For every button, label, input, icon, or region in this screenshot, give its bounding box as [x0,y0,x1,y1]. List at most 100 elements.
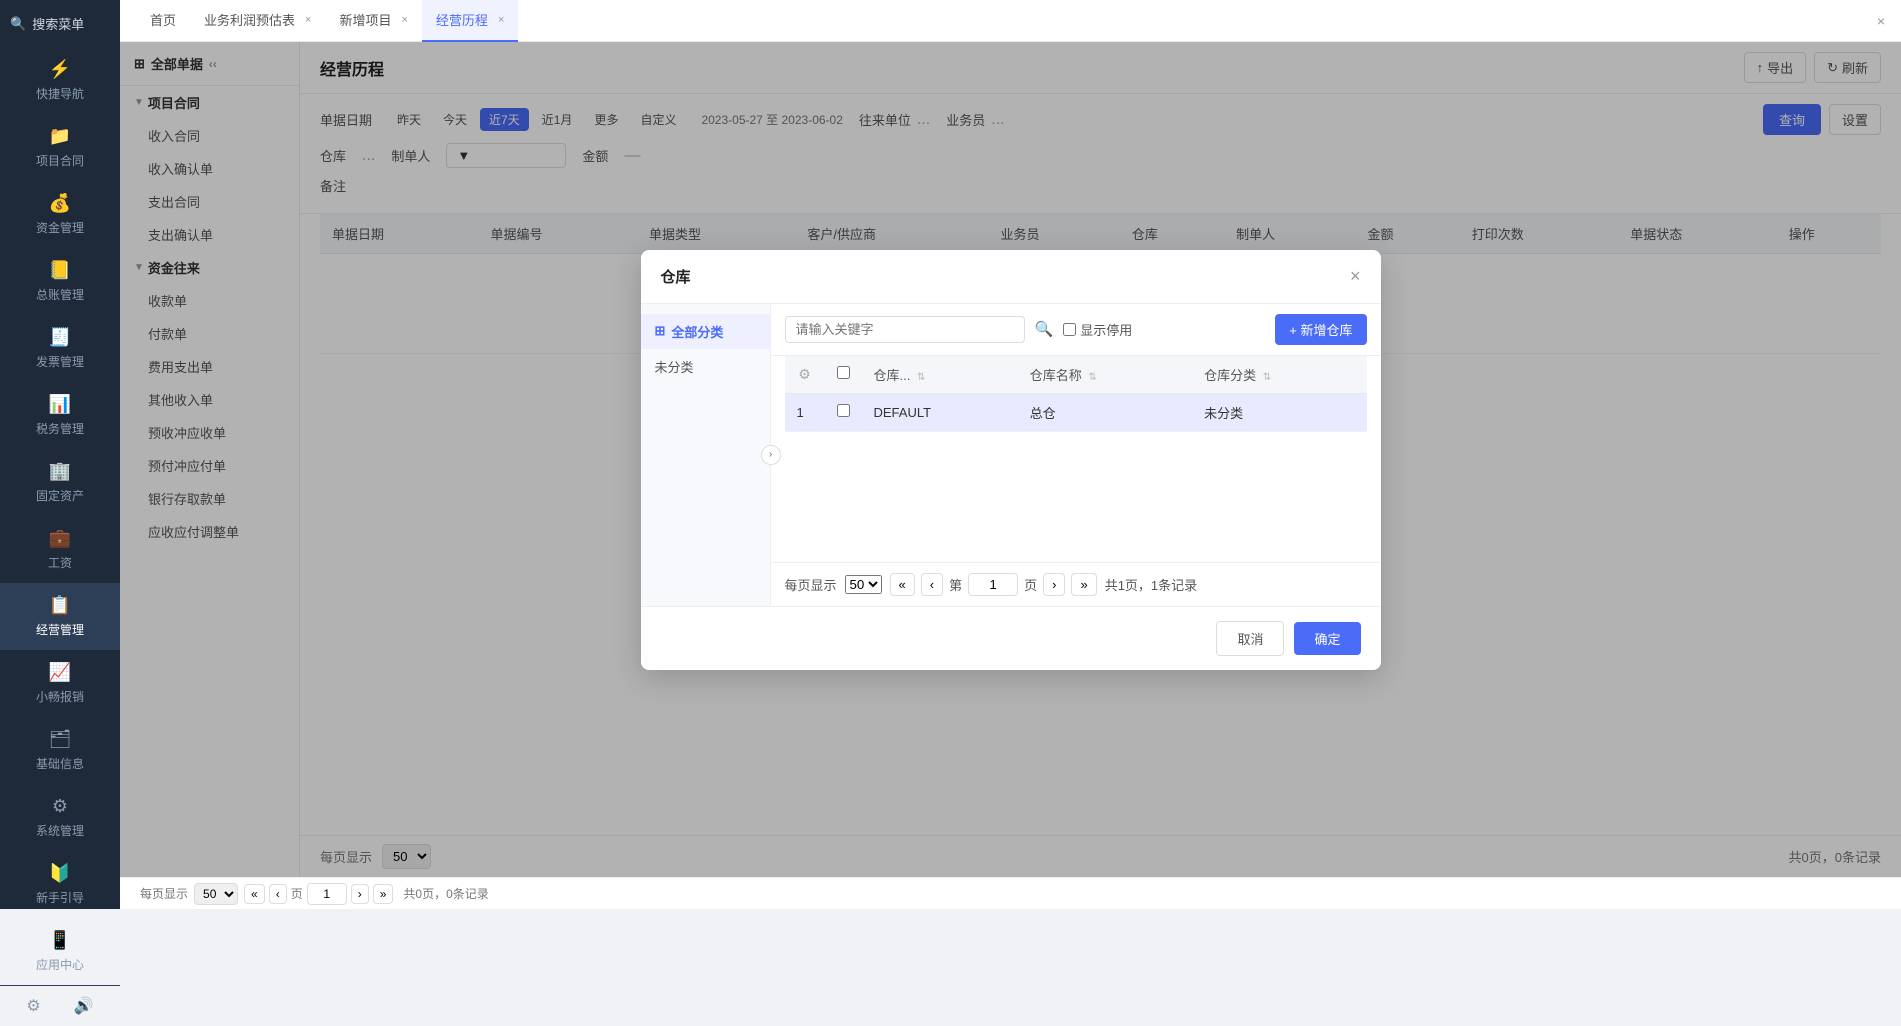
status-prev-btn[interactable]: ‹ [269,884,287,904]
modal-last-page-btn[interactable]: » [1071,573,1096,596]
sidebar-label-ops-mgmt: 经营管理 [36,621,84,638]
sort-code-icon[interactable]: ⇅ [917,372,925,383]
row-num: 1 [785,393,825,431]
sort-name-icon[interactable]: ⇅ [1088,372,1096,383]
warehouse-modal: 仓库 × ⊞ 全部分类 未分类 [641,250,1381,670]
sidebar-icon-fixed-assets: 🏢 [49,461,71,482]
sidebar-icon-general-ledger: 📒 [49,260,71,281]
modal-overlay: 仓库 × ⊞ 全部分类 未分类 [120,42,1901,877]
sidebar-item-sales[interactable]: 📈小畅报销 [0,650,120,717]
row-category: 未分类 [1192,393,1366,431]
modal-close-button[interactable]: × [1350,266,1361,287]
show-disabled-checkbox[interactable] [1063,323,1076,336]
tab-home[interactable]: 首页 [136,0,190,42]
modal-search-button[interactable]: 🔍 [1035,320,1054,338]
sidebar-search[interactable]: 🔍 搜索菜单 [0,0,120,47]
modal-per-page-label: 每页显示 [785,575,837,594]
sidebar-icon-new-guide: 🔰 [49,863,71,884]
modal-cancel-button[interactable]: 取消 [1216,621,1284,656]
modal-toolbar: 🔍 显示停用 + 新增仓库 [771,304,1381,356]
tab-close-profit-estimate[interactable]: × [305,14,311,26]
sidebar-item-sys-mgmt[interactable]: ⚙系统管理 [0,784,120,851]
modal-collapse-btn[interactable]: › [761,445,781,465]
tab-ops-history[interactable]: 经营历程× [422,0,518,42]
show-disabled-checkbox-label[interactable]: 显示停用 [1063,320,1132,339]
sidebar-item-fixed-assets[interactable]: 🏢固定资产 [0,449,120,516]
tab-profit-estimate[interactable]: 业务利润预估表× [190,0,325,42]
audio-icon[interactable]: 🔊 [74,996,94,1016]
status-last-btn[interactable]: » [373,884,394,904]
sidebar-item-quick-nav[interactable]: ⚡ 快捷导航 [0,47,120,114]
modal-per-page-select[interactable]: 50 [845,575,882,594]
status-next-btn[interactable]: › [351,884,369,904]
sidebar-item-payroll[interactable]: 💼 工资 [0,516,120,583]
modal-page-label: 第 [949,575,962,594]
sidebar-label-sys-mgmt: 系统管理 [36,822,84,839]
modal-sidebar: ⊞ 全部分类 未分类 [641,304,771,606]
content-area: ⊞ 全部单据 ‹‹ ▼项目合同收入合同收入确认单支出合同支出确认单▼资金往来收款… [120,42,1901,877]
modal-sidebar-scroll: 未分类 [641,349,770,384]
row-checkbox[interactable] [837,404,850,417]
tab-close-all-icon[interactable]: × [1877,13,1885,29]
sidebar-label-payroll: 工资 [48,554,72,571]
select-all-checkbox[interactable] [837,366,850,379]
modal-table-row[interactable]: 1 DEFAULT 总仓 未分类 [785,393,1367,431]
modal-sidebar-all[interactable]: ⊞ 全部分类 [641,314,770,349]
sidebar-icon-app-center: 📱 [49,930,71,951]
sidebar-icon-fund-mgmt: 💰 [49,193,71,214]
sidebar-icon-tax-mgmt: 📊 [49,394,71,415]
sidebar-item-app-center[interactable]: 📱应用中心 [0,918,120,985]
modal-sidebar-all-label: 全部分类 [671,322,723,341]
sidebar-icon-quick-nav: ⚡ [49,59,71,80]
modal-footer: 取消 确定 [641,606,1381,670]
modal-table: ⚙ 仓库... ⇅ 仓库名称 ⇅ [785,356,1367,432]
sidebar-search-label: 搜索菜单 [32,14,84,33]
modal-page-input[interactable] [968,573,1018,596]
sidebar-label-fund-mgmt: 资金管理 [36,219,84,236]
sidebar-item-project-contract[interactable]: 📁项目合同 [0,114,120,181]
main-area: 首页业务利润预估表×新增项目×经营历程× × ⊞ 全部单据 ‹‹ ▼项目合同收入… [120,0,1901,909]
sidebar-item-tax-mgmt[interactable]: 📊税务管理 [0,382,120,449]
sidebar-label-general-ledger: 总账管理 [36,286,84,303]
status-per-page-select[interactable]: 50 [194,883,238,905]
status-pagination: « ‹ 页 › » [244,883,393,905]
sidebar-icon-invoice-mgmt: 🧾 [49,327,71,348]
status-total: 共0页，0条记录 [403,885,488,902]
add-warehouse-button[interactable]: + 新增仓库 [1275,314,1366,345]
status-first-btn[interactable]: « [244,884,265,904]
modal-body: ⊞ 全部分类 未分类 › [641,304,1381,606]
modal-first-page-btn[interactable]: « [890,573,915,596]
tab-close-ops-history[interactable]: × [498,14,504,26]
grid-icon-modal: ⊞ [655,323,666,339]
sidebar-icon-base-info: 🗂 [49,729,72,750]
sidebar-label-quick-nav: 快捷导航 [36,85,84,102]
row-code: DEFAULT [862,393,1018,431]
modal-page-total: 共1页，1条记录 [1105,575,1197,594]
sidebar: 🔍 搜索菜单 ⚡ 快捷导航 📁项目合同 💰 资金管理 📒 总账管理 🧾发票管理📊税务管理🏢固定… [0,0,120,909]
status-page-input[interactable] [307,883,347,905]
gear-col-icon[interactable]: ⚙ [798,366,811,382]
sidebar-item-invoice-mgmt[interactable]: 🧾发票管理 [0,315,120,382]
sidebar-item-fund-mgmt[interactable]: 💰 资金管理 [0,181,120,248]
tab-close-new-project[interactable]: × [401,14,407,26]
sidebar-icon-ops-mgmt: 📋 [49,595,71,616]
tab-new-project[interactable]: 新增项目× [325,0,421,42]
modal-prev-page-btn[interactable]: ‹ [921,573,943,596]
sort-category-icon[interactable]: ⇅ [1263,372,1271,383]
settings-icon[interactable]: ⚙ [26,996,40,1016]
modal-main: 🔍 显示停用 + 新增仓库 ⚙ [771,304,1381,606]
search-icon: 🔍 [10,16,26,32]
modal-search-input[interactable] [785,316,1025,343]
sidebar-icon-payroll: 💼 [49,528,71,549]
modal-confirm-button[interactable]: 确定 [1294,622,1360,655]
sidebar-item-general-ledger[interactable]: 📒 总账管理 [0,248,120,315]
sidebar-item-ops-mgmt[interactable]: 📋 经营管理 [0,583,120,650]
modal-table-area: ⚙ 仓库... ⇅ 仓库名称 ⇅ [771,356,1381,562]
modal-sidebar-unclassified[interactable]: 未分类 [641,349,770,384]
sidebar-item-new-guide[interactable]: 🔰新手引导 [0,851,120,918]
modal-bottom: 每页显示 50 « ‹ 第 页 › » [771,562,1381,606]
tab-label-home: 首页 [150,10,176,29]
sidebar-icon-project-contract: 📁 [49,126,71,147]
modal-next-page-btn[interactable]: › [1043,573,1065,596]
sidebar-item-base-info[interactable]: 🗂基础信息 [0,717,120,784]
